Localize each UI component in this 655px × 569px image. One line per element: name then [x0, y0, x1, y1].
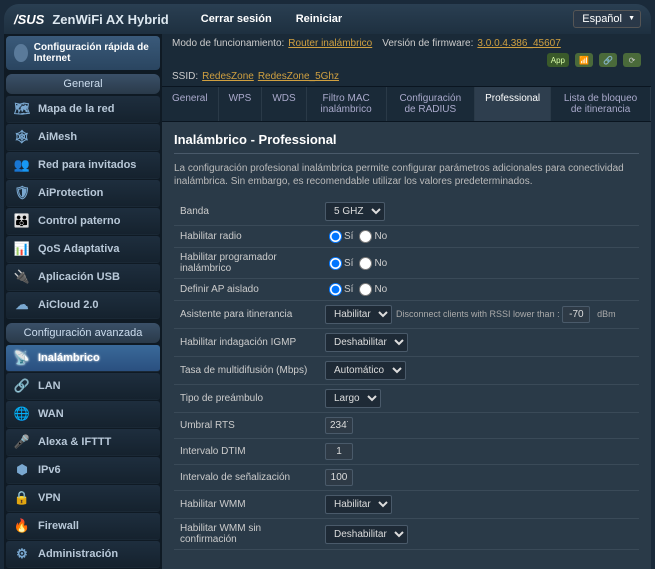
sched-no[interactable] — [359, 257, 372, 270]
nav-aicloud-2.0[interactable]: ☁AiCloud 2.0 — [6, 292, 160, 319]
isolated-yes[interactable] — [329, 283, 342, 296]
radio-yes[interactable] — [329, 230, 342, 243]
tab-wps[interactable]: WPS — [219, 87, 263, 121]
sidebar: Configuración rápida de Internet General… — [4, 34, 162, 569]
tab-bar: GeneralWPSWDSFiltro MAC inalámbricoConfi… — [162, 87, 651, 122]
nav-control-paterno[interactable]: 👪Control paterno — [6, 208, 160, 235]
wmm-select[interactable]: Habilitar — [325, 495, 392, 514]
nav-icon: 👥 — [14, 157, 30, 173]
nav-vpn[interactable]: 🔒VPN — [6, 485, 160, 512]
nav-icon: 🗺 — [14, 101, 30, 117]
globe-icon — [14, 44, 28, 62]
sched-yes[interactable] — [329, 257, 342, 270]
status-icon-2[interactable]: 🔗 — [599, 53, 617, 67]
page-title: Inalámbrico - Professional — [174, 132, 639, 154]
rts-input[interactable] — [325, 417, 353, 434]
nav-icon: 🛡 — [14, 185, 30, 201]
nav-ipv6[interactable]: ⬢IPv6 — [6, 457, 160, 484]
firmware-link[interactable]: 3.0.0.4.386_45607 — [477, 38, 560, 49]
preamble-select[interactable]: Largo — [325, 389, 381, 408]
tab-wds[interactable]: WDS — [262, 87, 306, 121]
nav-icon: ☁ — [14, 297, 30, 313]
band-select[interactable]: 5 GHZ — [325, 202, 385, 221]
nav-aiprotection[interactable]: 🛡AiProtection — [6, 180, 160, 207]
tab-filtro-mac-inalámbrico[interactable]: Filtro MAC inalámbrico — [307, 87, 387, 121]
nav-icon: 🕸 — [14, 129, 30, 145]
tab-configuración-de-radius[interactable]: Configuración de RADIUS — [387, 87, 476, 121]
nav-icon: 🔥 — [14, 518, 30, 534]
ssid-link-1[interactable]: RedesZone — [202, 71, 254, 82]
nav-wan[interactable]: 🌐WAN — [6, 401, 160, 428]
nav-firewall[interactable]: 🔥Firewall — [6, 513, 160, 540]
info-bar: Modo de funcionamiento: Router inalámbri… — [162, 34, 651, 87]
nav-mapa-de-la-red[interactable]: 🗺Mapa de la red — [6, 96, 160, 123]
nav-icon: 🔗 — [14, 378, 30, 394]
tab-general[interactable]: General — [162, 87, 219, 121]
ssid-link-2[interactable]: RedesZone_5Ghz — [258, 71, 339, 82]
dtim-input[interactable] — [325, 443, 353, 460]
logout-button[interactable]: Cerrar sesión — [201, 13, 272, 25]
radio-enable-group: SíNo — [319, 226, 639, 248]
isolated-no[interactable] — [359, 283, 372, 296]
nav-icon: ⚙ — [14, 546, 30, 562]
beacon-input[interactable] — [325, 469, 353, 486]
multicast-select[interactable]: Automático — [325, 361, 406, 380]
top-bar: /SUS ZenWiFi AX Hybrid Cerrar sesión Rei… — [4, 4, 651, 34]
nav-icon: 📊 — [14, 241, 30, 257]
language-select[interactable]: Español — [573, 10, 641, 28]
settings-table: Banda5 GHZ Habilitar radioSíNo Habilitar… — [174, 198, 639, 552]
nav-icon: 👪 — [14, 213, 30, 229]
nav-qos-adaptativa[interactable]: 📊QoS Adaptativa — [6, 236, 160, 263]
status-icon-1[interactable]: 📶 — [575, 53, 593, 67]
tab-professional[interactable]: Professional — [475, 87, 551, 121]
page-description: La configuración profesional inalámbrica… — [174, 162, 639, 188]
radio-no[interactable] — [359, 230, 372, 243]
rssi-input[interactable] — [562, 306, 590, 323]
quick-setup-button[interactable]: Configuración rápida de Internet — [6, 36, 160, 70]
igmp-select[interactable]: Deshabilitar — [325, 333, 408, 352]
main-panel: Modo de funcionamiento: Router inalámbri… — [162, 34, 651, 569]
nav-icon: 🔌 — [14, 269, 30, 285]
section-general: General — [6, 74, 160, 94]
roaming-select[interactable]: Habilitar — [325, 305, 392, 324]
nav-icon: 🌐 — [14, 406, 30, 422]
nav-icon: 🎤 — [14, 434, 30, 450]
nav-lan[interactable]: 🔗LAN — [6, 373, 160, 400]
brand-logo: /SUS — [14, 12, 44, 27]
product-name: ZenWiFi AX Hybrid — [52, 12, 168, 27]
content-area: Inalámbrico - Professional La configurac… — [162, 122, 651, 552]
nav-red-para-invitados[interactable]: 👥Red para invitados — [6, 152, 160, 179]
nav-aplicación-usb[interactable]: 🔌Aplicación USB — [6, 264, 160, 291]
section-advanced: Configuración avanzada — [6, 323, 160, 343]
nav-administración[interactable]: ⚙Administración — [6, 541, 160, 568]
nav-aimesh[interactable]: 🕸AiMesh — [6, 124, 160, 151]
restart-button[interactable]: Reiniciar — [296, 13, 342, 25]
nav-icon: ⬢ — [14, 462, 30, 478]
nav-alexa-ifttt[interactable]: 🎤Alexa & IFTTT — [6, 429, 160, 456]
mode-link[interactable]: Router inalámbrico — [288, 38, 372, 49]
status-icon-3[interactable]: ⟳ — [623, 53, 641, 67]
wmm-noack-select[interactable]: Deshabilitar — [325, 525, 408, 544]
tab-lista-de-bloqueo-de-itinerancia[interactable]: Lista de bloqueo de itinerancia — [551, 87, 651, 121]
nav-icon: 📡 — [14, 350, 30, 366]
nav-inalámbrico[interactable]: 📡Inalámbrico — [6, 345, 160, 372]
nav-icon: 🔒 — [14, 490, 30, 506]
app-badge[interactable]: App — [547, 53, 569, 67]
